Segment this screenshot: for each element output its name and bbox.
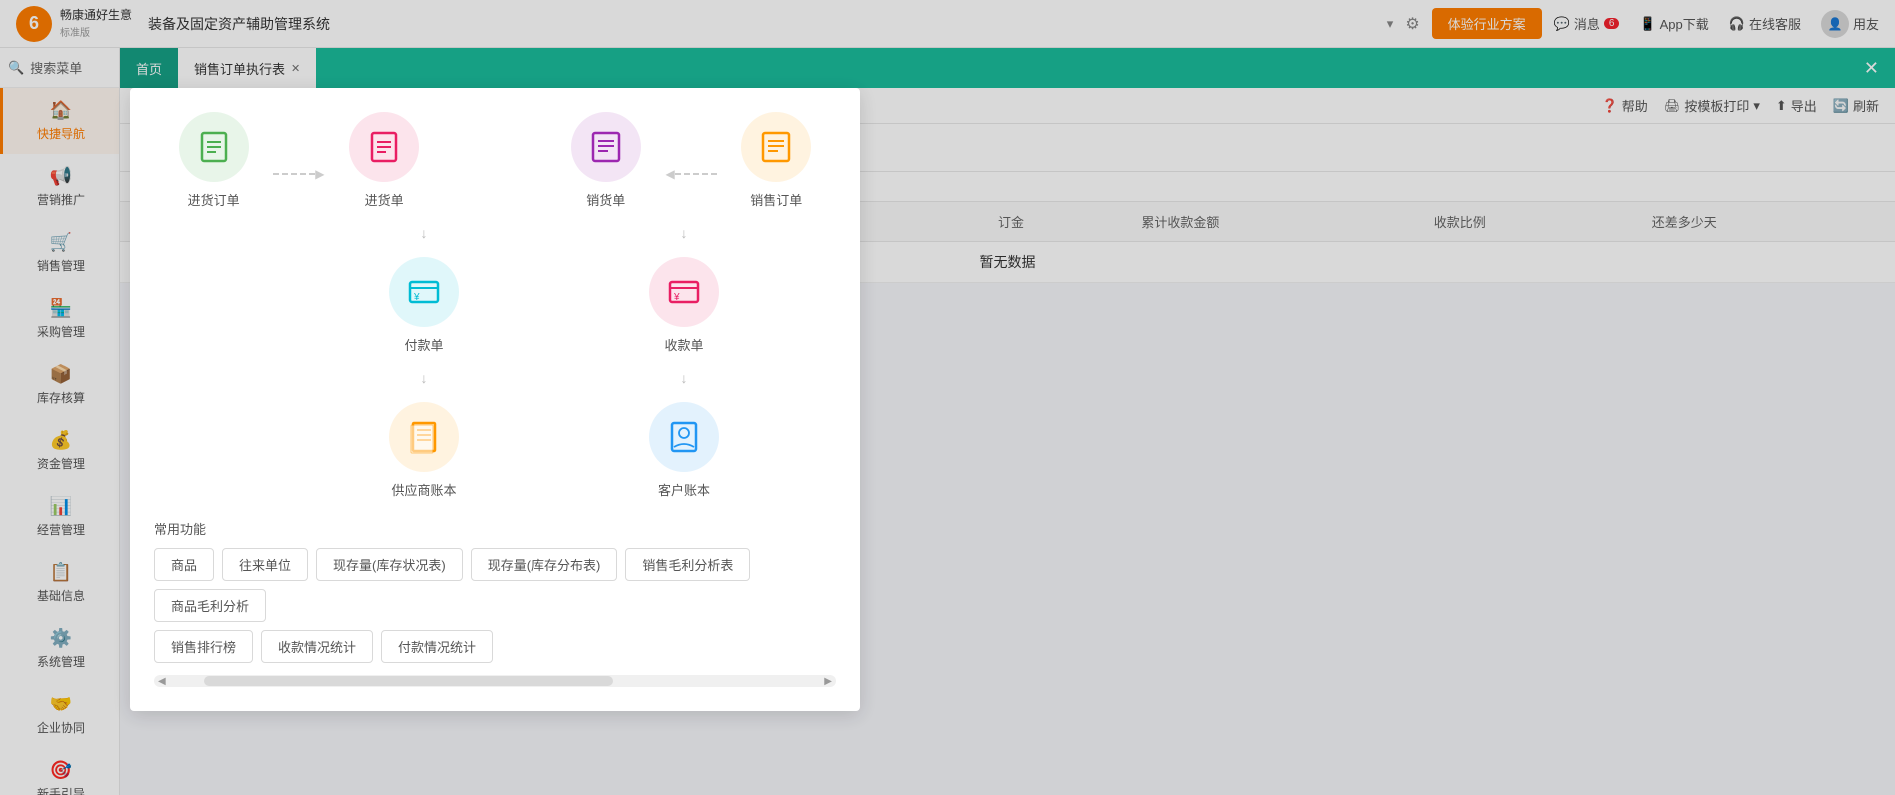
- btn-inventory-status[interactable]: 现存量(库存状况表): [316, 548, 463, 581]
- supplier-ledger-label: 供应商账本: [391, 480, 456, 499]
- btn-payment-stats[interactable]: 收款情况统计: [261, 630, 373, 663]
- flow-node-customer-ledger[interactable]: 客户账本: [614, 402, 754, 499]
- flow-row-1: 进货订单 ▶ 进货单: [154, 112, 836, 209]
- modal-overlay: 进货订单 ▶ 进货单: [0, 0, 1895, 795]
- down-arrow-purchase: ↓: [354, 225, 494, 241]
- spacer-left: [154, 225, 294, 241]
- sales-slip-icon: [571, 112, 641, 182]
- sp4a: [154, 370, 354, 386]
- arrow-1: ▶: [273, 167, 324, 181]
- payment-out-icon: ¥: [389, 257, 459, 327]
- svg-text:¥: ¥: [413, 292, 420, 303]
- spacer-arr: [294, 225, 354, 241]
- flow-node-supplier-ledger[interactable]: 供应商账本: [354, 402, 494, 499]
- arrow-2: ◀: [665, 167, 716, 181]
- scroll-left-icon[interactable]: ◀: [154, 676, 170, 687]
- flow-node-payment-out[interactable]: ¥ 付款单: [354, 257, 494, 354]
- common-buttons-row-1: 商品 往来单位 现存量(库存状况表) 现存量(库存分布表) 销售毛利分析表 商品…: [154, 548, 836, 622]
- btn-payment-out-stats[interactable]: 付款情况统计: [381, 630, 493, 663]
- customer-ledger-icon: [649, 402, 719, 472]
- flow-node-purchase-slip[interactable]: 进货单: [325, 112, 444, 209]
- flow-node-sales-order[interactable]: 销售订单: [717, 112, 836, 209]
- sales-slip-label: 销货单: [586, 190, 625, 209]
- flow-node-payment-in[interactable]: ¥ 收款单: [614, 257, 754, 354]
- down-arrow-sales: ↓: [614, 225, 754, 241]
- purchase-slip-label: 进货单: [365, 190, 404, 209]
- btn-sales-ranking[interactable]: 销售排行榜: [154, 630, 253, 663]
- btn-inventory-dist[interactable]: 现存量(库存分布表): [471, 548, 618, 581]
- flow-node-sales-slip[interactable]: 销货单: [546, 112, 665, 209]
- spacer-mid: [494, 225, 614, 241]
- down-arrow-pay-out: ↓: [354, 370, 494, 386]
- flow-row-arrows: ↓ ↓: [154, 225, 836, 241]
- payment-in-label: 收款单: [664, 335, 703, 354]
- modal: 进货订单 ▶ 进货单: [130, 88, 860, 711]
- flow-row-3: ¥ 付款单 ¥ 收款单: [154, 257, 836, 354]
- scroll-thumb[interactable]: [204, 676, 613, 686]
- flow-section: 进货订单 ▶ 进货单: [154, 112, 836, 499]
- flow-node-purchase-order[interactable]: 进货订单: [154, 112, 273, 209]
- flow-row-5: 供应商账本 客户账本: [154, 402, 836, 499]
- btn-product[interactable]: 商品: [154, 548, 214, 581]
- payment-in-icon: ¥: [649, 257, 719, 327]
- payment-out-label: 付款单: [404, 335, 443, 354]
- customer-ledger-label: 客户账本: [658, 480, 710, 499]
- scroll-right-icon[interactable]: ▶: [820, 676, 836, 687]
- sales-order-label: 销售订单: [750, 190, 802, 209]
- down-arrow-pay-in: ↓: [614, 370, 754, 386]
- supplier-ledger-icon: [389, 402, 459, 472]
- common-functions-section: 常用功能 商品 往来单位 现存量(库存状况表) 现存量(库存分布表) 销售毛利分…: [154, 519, 836, 663]
- svg-text:¥: ¥: [673, 292, 680, 303]
- btn-product-margin[interactable]: 商品毛利分析: [154, 589, 266, 622]
- purchase-order-icon: [179, 112, 249, 182]
- btn-partner[interactable]: 往来单位: [222, 548, 308, 581]
- purchase-slip-icon: [349, 112, 419, 182]
- btn-sales-margin[interactable]: 销售毛利分析表: [625, 548, 750, 581]
- common-buttons-row-2: 销售排行榜 收款情况统计 付款情况统计: [154, 630, 836, 663]
- sp4b: [494, 370, 614, 386]
- flow-row-arrows-2: ↓ ↓: [154, 370, 836, 386]
- purchase-order-label: 进货订单: [188, 190, 240, 209]
- common-functions-title: 常用功能: [154, 519, 836, 538]
- modal-scrollbar[interactable]: ◀ ▶: [154, 675, 836, 687]
- sales-order-icon: [741, 112, 811, 182]
